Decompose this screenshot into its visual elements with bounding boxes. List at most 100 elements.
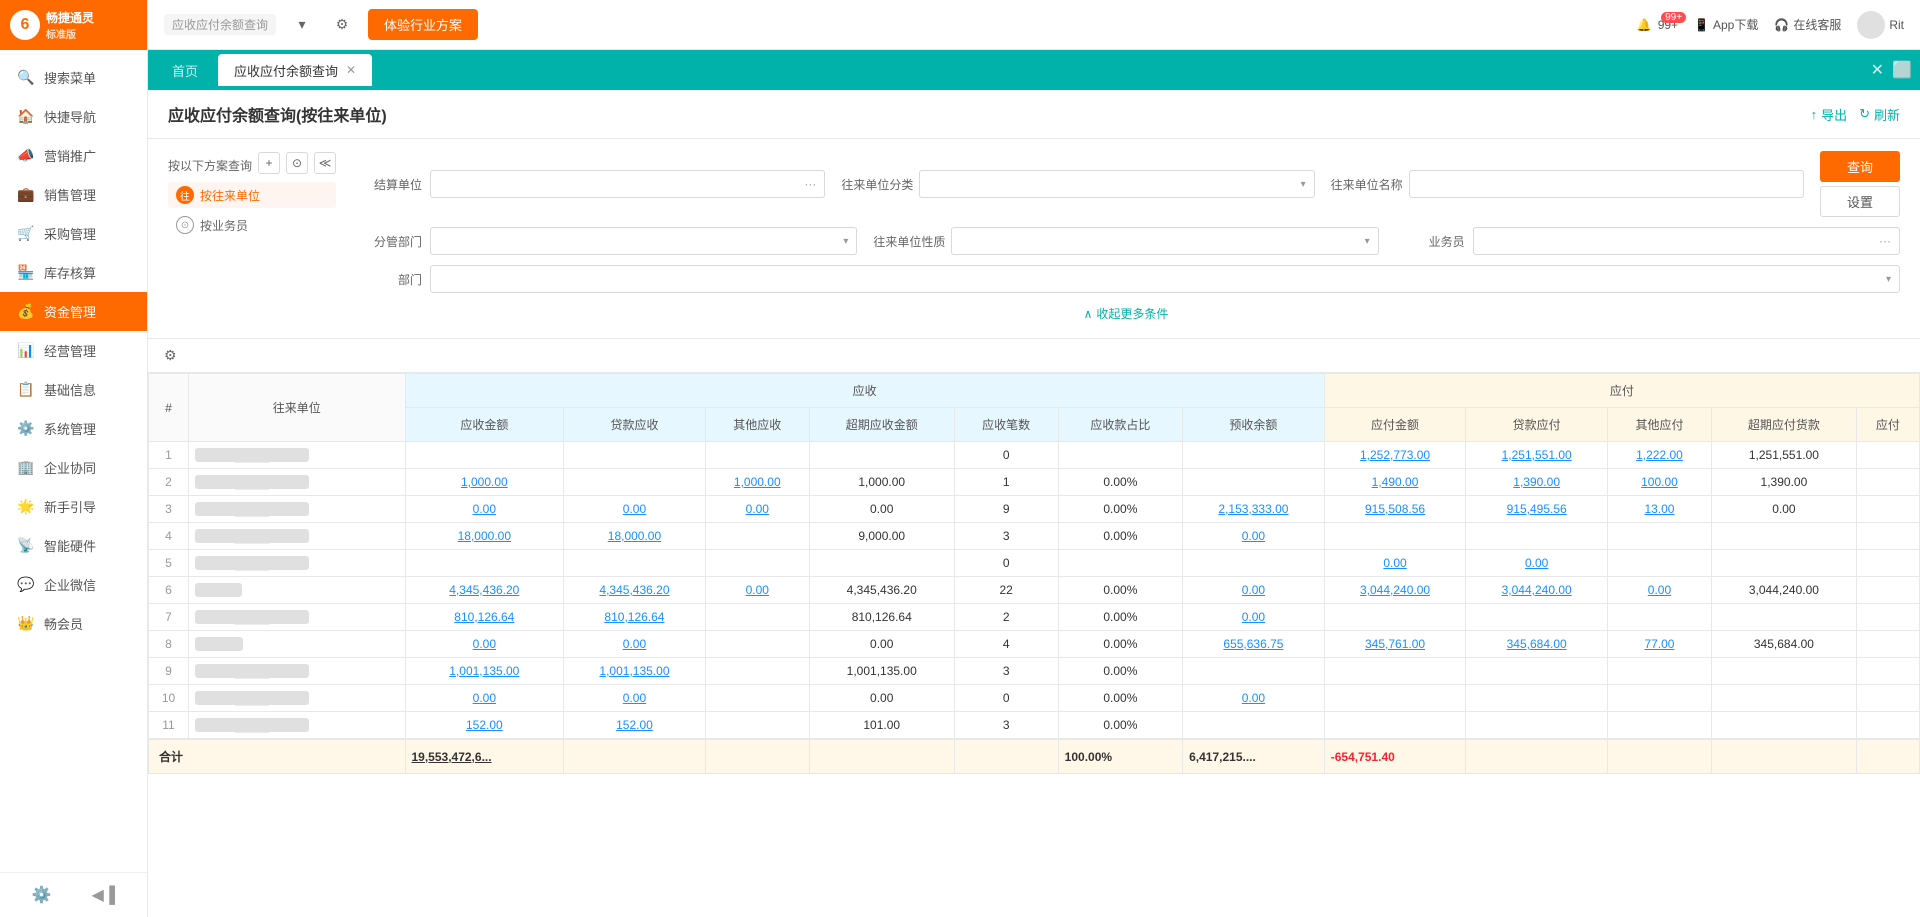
collapse-sidebar-icon[interactable]: ◀▐ xyxy=(92,885,116,905)
salesman-input[interactable]: ··· xyxy=(1473,227,1900,255)
table-cell[interactable]: 13.00 xyxy=(1607,496,1711,523)
table-cell[interactable]: 0.00 xyxy=(405,496,564,523)
collapse-filter-btn[interactable]: ≪ xyxy=(314,152,336,174)
sidebar-item-purchase[interactable]: 🛒 采购管理 xyxy=(0,214,147,253)
table-cell[interactable]: 3,044,240.00 xyxy=(1324,577,1466,604)
table-cell[interactable]: 3,044,240.00 xyxy=(1466,577,1608,604)
table-cell[interactable]: 0.00 xyxy=(564,685,706,712)
table-cell[interactable]: 0.00 xyxy=(1324,550,1466,577)
partner-type-select[interactable]: ▾ xyxy=(919,170,1314,198)
table-cell[interactable]: 915,508.56 xyxy=(1324,496,1466,523)
query-button[interactable]: 查询 xyxy=(1820,151,1900,182)
sidebar-item-hardware[interactable]: 📡 智能硬件 xyxy=(0,526,147,565)
sidebar-item-vip[interactable]: 👑 畅会员 xyxy=(0,604,147,643)
table-cell[interactable]: 4,345,436.20 xyxy=(405,577,564,604)
table-cell[interactable]: 0.00 xyxy=(1183,604,1325,631)
table-cell[interactable]: 18,000.00 xyxy=(564,523,706,550)
department-select[interactable]: ▾ xyxy=(430,265,1900,293)
table-cell[interactable]: 77.00 xyxy=(1607,631,1711,658)
table-cell[interactable]: 18,000.00 xyxy=(405,523,564,550)
table-cell[interactable]: 0.00 xyxy=(405,685,564,712)
table-cell[interactable]: 1,251,551.00 xyxy=(1466,442,1608,469)
filter-by-partner[interactable]: 往 按往来单位 xyxy=(168,182,336,208)
table-cell[interactable]: 152.00 xyxy=(564,712,706,740)
sidebar-item-finance[interactable]: 💰 资金管理 xyxy=(0,292,147,331)
table-cell[interactable]: 0.00 xyxy=(405,631,564,658)
tab-close-icon[interactable]: ✕ xyxy=(346,63,356,77)
table-cell[interactable]: 655,636.75 xyxy=(1183,631,1325,658)
table-cell[interactable]: 0.00 xyxy=(1466,550,1608,577)
expand-tab-icon[interactable]: ⬜ xyxy=(1892,60,1912,80)
sidebar-item-wechat[interactable]: 💬 企业微信 xyxy=(0,565,147,604)
close-tab-icon[interactable]: ✕ xyxy=(1871,60,1884,80)
table-cell[interactable]: 1,000.00 xyxy=(405,469,564,496)
settings-filter-btn[interactable]: ⊙ xyxy=(286,152,308,174)
table-cell[interactable]: 810,126.64 xyxy=(564,604,706,631)
settlement-input[interactable]: ··· xyxy=(430,170,825,198)
sidebar-logo: 6 畅捷通灵 标准版 xyxy=(0,0,147,50)
table-cell[interactable]: 810,126.64 xyxy=(405,604,564,631)
sidebar-item-marketing[interactable]: 📣 营销推广 xyxy=(0,136,147,175)
breadcrumb: 应收应付余额查询 xyxy=(164,14,276,35)
th-pay-overdue: 超期应付货款 xyxy=(1711,408,1856,442)
table-cell[interactable]: 0.00 xyxy=(1183,577,1325,604)
tab-home[interactable]: 首页 xyxy=(156,54,214,86)
export-button[interactable]: ↑ 导出 xyxy=(1811,105,1848,124)
table-cell[interactable]: 0.00 xyxy=(705,496,809,523)
dept-select[interactable]: ▾ xyxy=(430,227,857,255)
sidebar-item-enterprise[interactable]: 🏢 企业协同 xyxy=(0,448,147,487)
settings-footer-icon[interactable]: ⚙️ xyxy=(32,885,52,905)
notifications-btn[interactable]: 🔔 99+ 99+ xyxy=(1637,18,1678,32)
table-cell xyxy=(1183,442,1325,469)
table-cell[interactable]: 0.00 xyxy=(1607,577,1711,604)
table-config-icon[interactable]: ⚙ xyxy=(164,347,177,364)
sidebar-item-system[interactable]: ⚙️ 系统管理 xyxy=(0,409,147,448)
table-cell[interactable]: 0.00 xyxy=(1183,523,1325,550)
sidebar-item-sales[interactable]: 💼 销售管理 xyxy=(0,175,147,214)
partner-name-input[interactable] xyxy=(1409,170,1804,198)
add-filter-btn[interactable]: + xyxy=(258,152,280,174)
table-cell[interactable]: 1,222.00 xyxy=(1607,442,1711,469)
hardware-icon: 📡 xyxy=(16,537,36,554)
table-cell[interactable]: 1,000.00 xyxy=(705,469,809,496)
table-cell[interactable]: 100.00 xyxy=(1607,469,1711,496)
table-cell[interactable]: 1,001,135.00 xyxy=(405,658,564,685)
table-cell xyxy=(1856,496,1919,523)
sidebar-item-quicknav[interactable]: 🏠 快捷导航 xyxy=(0,97,147,136)
table-cell[interactable]: 4,345,436.20 xyxy=(564,577,706,604)
refresh-button[interactable]: ↻ 刷新 xyxy=(1859,105,1900,124)
table-cell: 345,684.00 xyxy=(1711,631,1856,658)
sidebar-item-inventory[interactable]: 🏪 库存核算 xyxy=(0,253,147,292)
tab-receivable-query[interactable]: 应收应付余额查询 ✕ xyxy=(218,54,372,86)
table-cell[interactable]: 1,001,135.00 xyxy=(564,658,706,685)
sidebar-item-search[interactable]: 🔍 搜索菜单 xyxy=(0,58,147,97)
online-service-btn[interactable]: 🎧 在线客服 xyxy=(1774,16,1841,33)
table-cell[interactable]: 1,390.00 xyxy=(1466,469,1608,496)
user-menu[interactable]: Rit xyxy=(1857,11,1904,39)
partner-nature-select[interactable]: ▾ xyxy=(951,227,1378,255)
table-cell[interactable]: 0.00 xyxy=(1183,685,1325,712)
breadcrumb-dropdown-icon[interactable]: ▾ xyxy=(288,11,316,39)
table-cell[interactable]: 345,684.00 xyxy=(1466,631,1608,658)
table-cell[interactable]: 2,153,333.00 xyxy=(1183,496,1325,523)
table-cell[interactable]: 345,761.00 xyxy=(1324,631,1466,658)
table-cell xyxy=(1324,658,1466,685)
sidebar-item-ops[interactable]: 📊 经营管理 xyxy=(0,331,147,370)
promo-button[interactable]: 体验行业方案 xyxy=(368,9,478,40)
table-cell[interactable]: 152.00 xyxy=(405,712,564,740)
table-cell[interactable]: 1,252,773.00 xyxy=(1324,442,1466,469)
collapse-conditions-btn[interactable]: ∧ 收起更多条件 xyxy=(352,301,1900,326)
table-cell[interactable]: 0.00 xyxy=(705,577,809,604)
table-cell[interactable]: 915,495.56 xyxy=(1466,496,1608,523)
table-cell[interactable]: 0.00 xyxy=(564,496,706,523)
settings-icon[interactable]: ⚙ xyxy=(328,11,356,39)
filter-by-salesman[interactable]: ⊙ 按业务员 xyxy=(168,212,336,238)
app-download-btn[interactable]: 📱 App下载 xyxy=(1694,16,1758,33)
settings-button[interactable]: 设置 xyxy=(1820,186,1900,217)
table-cell: 0.00 xyxy=(1711,496,1856,523)
sidebar-item-guide[interactable]: 🌟 新手引导 xyxy=(0,487,147,526)
table-cell[interactable]: 0.00 xyxy=(564,631,706,658)
table-cell[interactable]: 1,490.00 xyxy=(1324,469,1466,496)
sidebar-item-basic[interactable]: 📋 基础信息 xyxy=(0,370,147,409)
table-row: 4████18,000.0018,000.009,000.0030.00%0.0… xyxy=(149,523,1920,550)
